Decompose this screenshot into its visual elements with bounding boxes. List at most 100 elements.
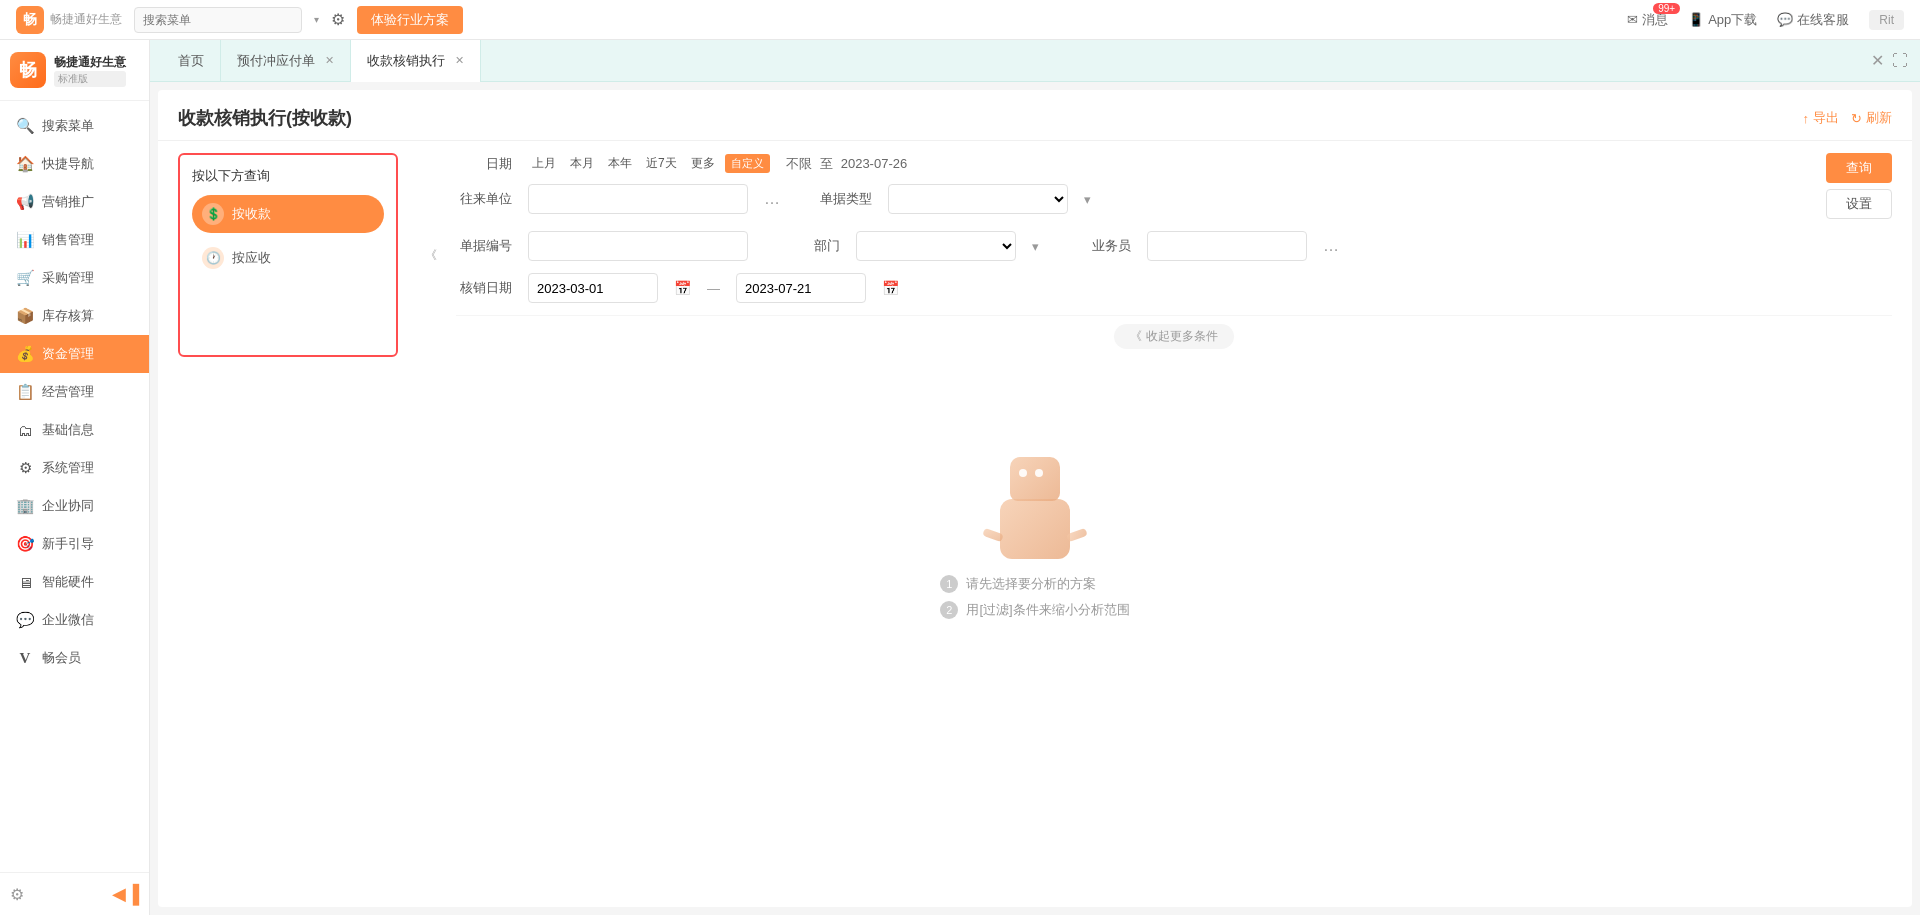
date-btn-thismonth[interactable]: 本月	[566, 153, 598, 174]
sidebar-item-enterprise[interactable]: 🏢 企业协同	[0, 487, 149, 525]
sidebar-item-member[interactable]: V 畅会员	[0, 639, 149, 677]
tab-prepay[interactable]: 预付冲应付单 ✕	[221, 40, 351, 82]
date-btn-custom[interactable]: 自定义	[725, 154, 770, 173]
top-bar: 畅 畅捷通好生意 ▾ ⚙ 体验行业方案 ✉ 消息 99+ 📱 App下载 💬 在…	[0, 0, 1920, 40]
sidebar-item-sales[interactable]: 📊 销售管理	[0, 221, 149, 259]
top-search-input[interactable]	[134, 7, 302, 33]
sidebar-item-basics[interactable]: 🗂 基础信息	[0, 411, 149, 449]
main-layout: 畅 畅捷通好生意 标准版 🔍 搜索菜单 🏠 快捷导航 📢 营销推广 📊	[0, 40, 1920, 915]
sidebar-item-hardware[interactable]: 🖥 智能硬件	[0, 563, 149, 601]
search-icon: 🔍	[16, 117, 34, 135]
filter-partner-row: 往来单位 … 单据类型 ▾	[456, 184, 1810, 214]
refresh-btn[interactable]: ↻ 刷新	[1851, 109, 1892, 127]
tab-fullscreen-icon[interactable]: ⛶	[1892, 52, 1908, 70]
sidebar-item-label: 快捷导航	[42, 155, 94, 173]
sidebar-item-guide[interactable]: 🎯 新手引导	[0, 525, 149, 563]
date-btn-lastmonth[interactable]: 上月	[528, 153, 560, 174]
receipt-option-icon: 💲	[202, 203, 224, 225]
tab-receipt[interactable]: 收款核销执行 ✕	[351, 40, 481, 82]
date-quick-btns: 上月 本月 本年 近7天 更多 自定义	[528, 153, 770, 174]
wechat-icon: 💬	[16, 611, 34, 629]
hint-text-1: 请先选择要分析的方案	[966, 575, 1096, 593]
date-to-label: 至	[820, 155, 833, 173]
date-range-separator: —	[707, 281, 720, 296]
content-area: 首页 预付冲应付单 ✕ 收款核销执行 ✕ ✕ ⛶ 收款核销执行(按收款)	[150, 40, 1920, 915]
user-info[interactable]: Rit	[1869, 10, 1904, 30]
sales-label: 业务员	[1075, 237, 1131, 255]
filter-option-receivable[interactable]: 🕐 按应收	[192, 239, 384, 277]
query-button[interactable]: 查询	[1826, 153, 1892, 183]
sidebar-brand-tag: 标准版	[54, 71, 126, 87]
partner-input[interactable]	[528, 184, 748, 214]
date-btn-more[interactable]: 更多	[687, 153, 719, 174]
partner-dots[interactable]: …	[764, 190, 780, 208]
purchase-icon: 🛒	[16, 269, 34, 287]
docno-input[interactable]	[528, 231, 748, 261]
sidebar-brand-text: 畅捷通好生意 标准版	[54, 54, 126, 87]
settings-icon[interactable]: ⚙	[331, 10, 345, 29]
sidebar-item-system[interactable]: ⚙ 系统管理	[0, 449, 149, 487]
sales-icon: 📊	[16, 231, 34, 249]
sidebar-item-label: 搜索菜单	[42, 117, 94, 135]
tab-expand-area: ✕ ⛶	[1871, 51, 1908, 70]
dept-label: 部门	[784, 237, 840, 255]
tab-receipt-close[interactable]: ✕	[455, 54, 464, 67]
online-service-btn[interactable]: 💬 在线客服	[1777, 11, 1849, 29]
empty-hint-1: 1 请先选择要分析的方案	[940, 575, 1129, 593]
doctype-select[interactable]	[888, 184, 1068, 214]
hint-text-2: 用[过滤]条件来缩小分析范围	[966, 601, 1129, 619]
collapse-more-label: 收起更多条件	[1146, 328, 1218, 345]
date-label: 日期	[456, 155, 512, 173]
tab-bar: 首页 预付冲应付单 ✕ 收款核销执行 ✕ ✕ ⛶	[150, 40, 1920, 82]
app-download-btn[interactable]: 📱 App下载	[1688, 11, 1757, 29]
verify-end-calendar-icon[interactable]: 📅	[882, 280, 899, 296]
tab-close-all-icon[interactable]: ✕	[1871, 51, 1884, 70]
sales-dots[interactable]: …	[1323, 237, 1339, 255]
verify-end-input[interactable]	[736, 273, 866, 303]
filter-option-receivable-label: 按应收	[232, 249, 271, 267]
hint-num-2: 2	[940, 601, 958, 619]
sidebar-item-wechat[interactable]: 💬 企业微信	[0, 601, 149, 639]
filter-right-panel: 日期 上月 本月 本年 近7天 更多 自定义	[456, 153, 1892, 357]
hardware-icon: 🖥	[16, 574, 34, 591]
filter-date-row: 日期 上月 本月 本年 近7天 更多 自定义	[456, 153, 1810, 174]
filter-option-receipt[interactable]: 💲 按收款	[192, 195, 384, 233]
guide-icon: 🎯	[16, 535, 34, 553]
verify-start-calendar-icon[interactable]: 📅	[674, 280, 691, 296]
export-icon: ↑	[1803, 111, 1810, 126]
date-btn-7days[interactable]: 近7天	[642, 153, 681, 174]
sidebar-item-purchase[interactable]: 🛒 采购管理	[0, 259, 149, 297]
sidebar-item-finance[interactable]: 💰 资金管理	[0, 335, 149, 373]
industry-btn[interactable]: 体验行业方案	[357, 6, 463, 34]
marketing-icon: 📢	[16, 193, 34, 211]
empty-hint-2: 2 用[过滤]条件来缩小分析范围	[940, 601, 1129, 619]
dept-select[interactable]	[856, 231, 1016, 261]
sidebar-collapse-icon[interactable]: ◀▐	[112, 883, 139, 905]
sidebar-item-inventory[interactable]: 📦 库存核算	[0, 297, 149, 335]
sidebar-item-label: 采购管理	[42, 269, 94, 287]
verify-start-input[interactable]	[528, 273, 658, 303]
collapse-left-btn[interactable]: 《	[422, 153, 440, 357]
sidebar-nav: 🔍 搜索菜单 🏠 快捷导航 📢 营销推广 📊 销售管理 🛒 采购管理 📦	[0, 101, 149, 872]
collapse-more-btn[interactable]: 《 收起更多条件	[1114, 324, 1234, 349]
empty-hints: 1 请先选择要分析的方案 2 用[过滤]条件来缩小分析范围	[940, 575, 1129, 619]
setting-button[interactable]: 设置	[1826, 189, 1892, 219]
sidebar-settings-icon[interactable]: ⚙	[10, 885, 24, 904]
basics-icon: 🗂	[16, 422, 34, 439]
date-btn-thisyear[interactable]: 本年	[604, 153, 636, 174]
sidebar-item-quicknav[interactable]: 🏠 快捷导航	[0, 145, 149, 183]
sidebar-item-search[interactable]: 🔍 搜索菜单	[0, 107, 149, 145]
sidebar-item-operations[interactable]: 📋 经营管理	[0, 373, 149, 411]
tab-home[interactable]: 首页	[162, 40, 221, 82]
brand-logo-area: 畅 畅捷通好生意	[16, 6, 122, 34]
message-btn[interactable]: ✉ 消息 99+	[1627, 11, 1668, 29]
page-header-actions: ↑ 导出 ↻ 刷新	[1803, 109, 1893, 127]
message-icon: ✉	[1627, 12, 1638, 27]
export-btn[interactable]: ↑ 导出	[1803, 109, 1840, 127]
sidebar-item-marketing[interactable]: 📢 营销推广	[0, 183, 149, 221]
tab-prepay-close[interactable]: ✕	[325, 54, 334, 67]
page-content: 收款核销执行(按收款) ↑ 导出 ↻ 刷新 按以下方查询	[158, 90, 1912, 907]
sidebar-item-label: 销售管理	[42, 231, 94, 249]
empty-state: 1 请先选择要分析的方案 2 用[过滤]条件来缩小分析范围	[158, 369, 1912, 659]
sales-input[interactable]	[1147, 231, 1307, 261]
